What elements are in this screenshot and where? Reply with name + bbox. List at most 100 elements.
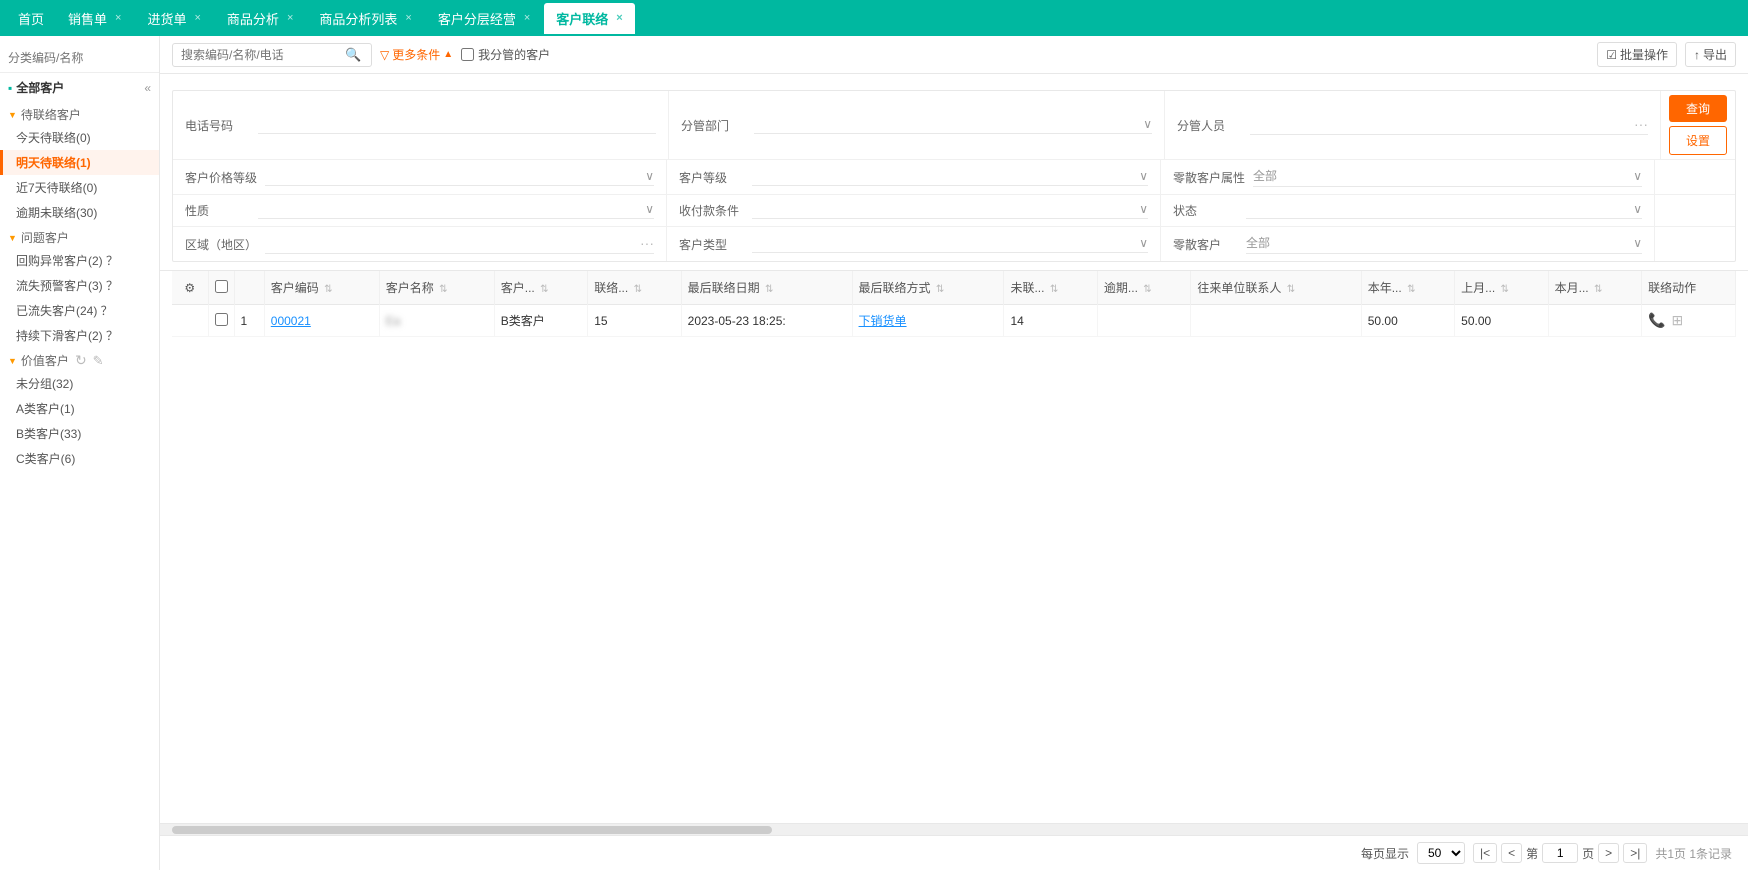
row-name[interactable]: Ea [379, 305, 494, 337]
select-all-checkbox[interactable] [215, 280, 228, 293]
filter-retail-customer-value[interactable]: 全部 ∨ [1246, 234, 1642, 254]
first-page-btn[interactable]: |< [1473, 843, 1497, 863]
col-gear[interactable]: ⚙ [172, 271, 208, 305]
page-input[interactable] [1542, 843, 1578, 863]
sidebar-item-today[interactable]: 今天待联络(0) [0, 125, 159, 150]
batch-operation-btn[interactable]: ☑ 批量操作 [1597, 42, 1677, 67]
sidebar-collapse-btn[interactable]: « [144, 81, 151, 95]
dots-icon-manager[interactable]: ··· [1634, 116, 1648, 132]
close-tab-sales-icon[interactable]: × [115, 12, 121, 24]
my-customers-checkbox-label[interactable]: 我分管的客户 [461, 46, 550, 63]
filter-customer-level-value[interactable]: ∨ [752, 169, 1148, 186]
action-grid-icon[interactable]: ⊞ [1672, 312, 1684, 329]
sidebar-item-class-c[interactable]: C类客户(6) [0, 446, 159, 471]
per-page-select[interactable]: 50 [1417, 842, 1465, 864]
sort-icon-unit[interactable]: ⇅ [1287, 284, 1295, 295]
col-overdue[interactable]: 逾期... ⇅ [1097, 271, 1190, 305]
col-last-type[interactable]: 最后联络方式 ⇅ [852, 271, 1004, 305]
nav-home[interactable]: 首页 [8, 3, 54, 34]
filter-phone-input[interactable] [258, 117, 656, 131]
nav-tab-analysis[interactable]: 商品分析 × [215, 3, 305, 34]
filter-nature-label: 性质 [185, 202, 250, 219]
sort-icon-date[interactable]: ⇅ [765, 284, 773, 295]
sort-icon-not-contacted[interactable]: ⇅ [1050, 284, 1058, 295]
filter-price-level-value[interactable]: ∨ [265, 169, 654, 186]
sort-icon-last-month[interactable]: ⇅ [1501, 284, 1509, 295]
sidebar-item-repurchase-anomaly[interactable]: 回购异常客户(2) ？ [0, 248, 159, 273]
nav-tab-analysis-list[interactable]: 商品分析列表 × [307, 3, 423, 34]
action-phone-icon[interactable]: 📞 [1648, 312, 1665, 329]
value-group-edit-icon[interactable]: ✎ [93, 353, 104, 369]
filter-customer-type-value[interactable]: ∨ [752, 236, 1148, 253]
col-checkbox[interactable] [208, 271, 234, 305]
sort-icon-this-month[interactable]: ⇅ [1594, 284, 1602, 295]
sidebar-item-churned[interactable]: 已流失客户(24) ？ [0, 298, 159, 323]
col-last-date[interactable]: 最后联络日期 ⇅ [681, 271, 852, 305]
sidebar-item-tomorrow[interactable]: 明天待联络(1) [0, 150, 159, 175]
sidebar-group-pending[interactable]: ▼ 待联络客户 [0, 102, 159, 125]
close-tab-customer-contact-icon[interactable]: × [616, 12, 622, 24]
col-this-month[interactable]: 本月... ⇅ [1548, 271, 1641, 305]
filter-manager-value[interactable]: ··· [1250, 116, 1648, 135]
close-tab-customer-tier-icon[interactable]: × [524, 12, 530, 24]
filter-retail-attr-value[interactable]: 全部 ∨ [1253, 167, 1642, 187]
nav-tab-sales[interactable]: 销售单 × [56, 3, 133, 34]
row-select-checkbox[interactable] [215, 313, 228, 326]
sort-icon-overdue[interactable]: ⇅ [1143, 284, 1151, 295]
close-tab-analysis-list-icon[interactable]: × [405, 12, 411, 24]
col-this-year[interactable]: 本年... ⇅ [1361, 271, 1454, 305]
sidebar-item-class-b[interactable]: B类客户(33) [0, 421, 159, 446]
sidebar-group-problem[interactable]: ▼ 问题客户 [0, 225, 159, 248]
col-last-month[interactable]: 上月... ⇅ [1455, 271, 1548, 305]
toolbar-search-input[interactable] [181, 48, 341, 62]
sidebar-item-churn-warning[interactable]: 流失预警客户(3) ？ [0, 273, 159, 298]
filter-more-btn[interactable]: ▽ 更多条件 ▲ [380, 46, 453, 63]
set-btn[interactable]: 设置 [1669, 126, 1727, 155]
sidebar-item-declining[interactable]: 持续下滑客户(2) ？ [0, 323, 159, 348]
sidebar-item-ungroup[interactable]: 未分组(32) [0, 371, 159, 396]
filter-phone-value[interactable] [258, 117, 656, 134]
sort-icon-code[interactable]: ⇅ [324, 284, 332, 295]
sort-icon-contacts[interactable]: ⇅ [634, 284, 642, 295]
col-name[interactable]: 客户名称 ⇅ [379, 271, 494, 305]
value-group-refresh-icon[interactable]: ↻ [75, 352, 87, 369]
sidebar-search-input[interactable] [8, 51, 160, 65]
close-tab-purchase-icon[interactable]: × [194, 12, 200, 24]
sidebar-all-customers-title[interactable]: 全部客户 [8, 79, 64, 96]
col-contacts[interactable]: 联络... ⇅ [588, 271, 681, 305]
row-checkbox[interactable] [208, 305, 234, 337]
col-code[interactable]: 客户编码 ⇅ [264, 271, 379, 305]
row-code[interactable]: 000021 [264, 305, 379, 337]
sidebar-item-class-a[interactable]: A类客户(1) [0, 396, 159, 421]
sort-icon-name[interactable]: ⇅ [439, 284, 447, 295]
sort-icon-year[interactable]: ⇅ [1407, 284, 1415, 295]
filter-dept-value[interactable]: ∨ [754, 117, 1152, 134]
last-page-btn[interactable]: >| [1623, 843, 1647, 863]
col-not-contacted[interactable]: 未联... ⇅ [1004, 271, 1097, 305]
query-btn[interactable]: 查询 [1669, 95, 1727, 122]
scroll-thumb[interactable] [172, 826, 772, 834]
col-unit-contacts[interactable]: 往来单位联系人 ⇅ [1191, 271, 1361, 305]
close-tab-analysis-icon[interactable]: × [287, 12, 293, 24]
nav-tab-customer-contact[interactable]: 客户联络 × [544, 3, 634, 34]
filter-payment-value[interactable]: ∨ [752, 202, 1148, 219]
nav-tab-customer-tier[interactable]: 客户分层经营 × [426, 3, 542, 34]
sidebar-group-value[interactable]: ▼ 价值客户 ↻ ✎ [0, 348, 159, 371]
filter-nature-value[interactable]: ∨ [258, 202, 654, 219]
sort-icon-type[interactable]: ⇅ [540, 284, 548, 295]
export-btn[interactable]: ↑ 导出 [1685, 42, 1736, 67]
nav-tab-purchase[interactable]: 进货单 × [135, 3, 212, 34]
filter-status: 状态 ∨ [1161, 195, 1655, 226]
row-last-type[interactable]: 下销货单 [852, 305, 1004, 337]
sidebar-item-7days[interactable]: 近7天待联络(0) [0, 175, 159, 200]
filter-status-value[interactable]: ∨ [1246, 202, 1642, 219]
col-type[interactable]: 客户... ⇅ [494, 271, 587, 305]
dots-icon-region[interactable]: ··· [640, 235, 654, 251]
sort-icon-last-type[interactable]: ⇅ [936, 284, 944, 295]
toolbar-search-icon[interactable]: 🔍 [345, 47, 361, 63]
prev-page-btn[interactable]: < [1501, 843, 1522, 863]
next-page-btn[interactable]: > [1598, 843, 1619, 863]
filter-region-value[interactable]: ··· [265, 235, 654, 254]
sidebar-item-overdue[interactable]: 逾期未联络(30) [0, 200, 159, 225]
my-customers-checkbox[interactable] [461, 48, 474, 61]
